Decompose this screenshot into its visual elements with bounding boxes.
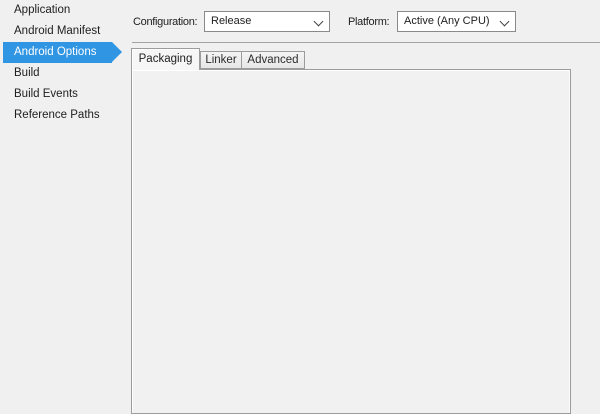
sidebar-item-reference-paths[interactable]: Reference Paths <box>3 105 112 126</box>
platform-label: Platform: <box>348 16 389 28</box>
sidebar-item-android-manifest[interactable]: Android Manifest <box>3 21 112 42</box>
properties-sidebar: Application Android Manifest Android Opt… <box>0 0 128 126</box>
tab-advanced[interactable]: Advanced <box>241 51 305 69</box>
configuration-value: Release <box>211 15 251 27</box>
sidebar-item-build[interactable]: Build <box>3 63 112 84</box>
configuration-select[interactable]: Release <box>204 11 330 32</box>
top-separator <box>132 42 600 43</box>
chevron-down-icon <box>500 17 510 27</box>
platform-select[interactable]: Active (Any CPU) <box>397 11 516 32</box>
tab-packaging[interactable]: Packaging <box>131 48 200 70</box>
packaging-tab-panel <box>131 69 571 414</box>
platform-value: Active (Any CPU) <box>404 15 490 27</box>
configuration-label: Configuration: <box>133 16 197 28</box>
tab-linker[interactable]: Linker <box>200 51 242 69</box>
sidebar-item-build-events[interactable]: Build Events <box>3 84 112 105</box>
sidebar-item-android-options[interactable]: Android Options <box>3 42 112 63</box>
chevron-down-icon <box>314 17 324 27</box>
sidebar-item-application[interactable]: Application <box>3 0 112 21</box>
